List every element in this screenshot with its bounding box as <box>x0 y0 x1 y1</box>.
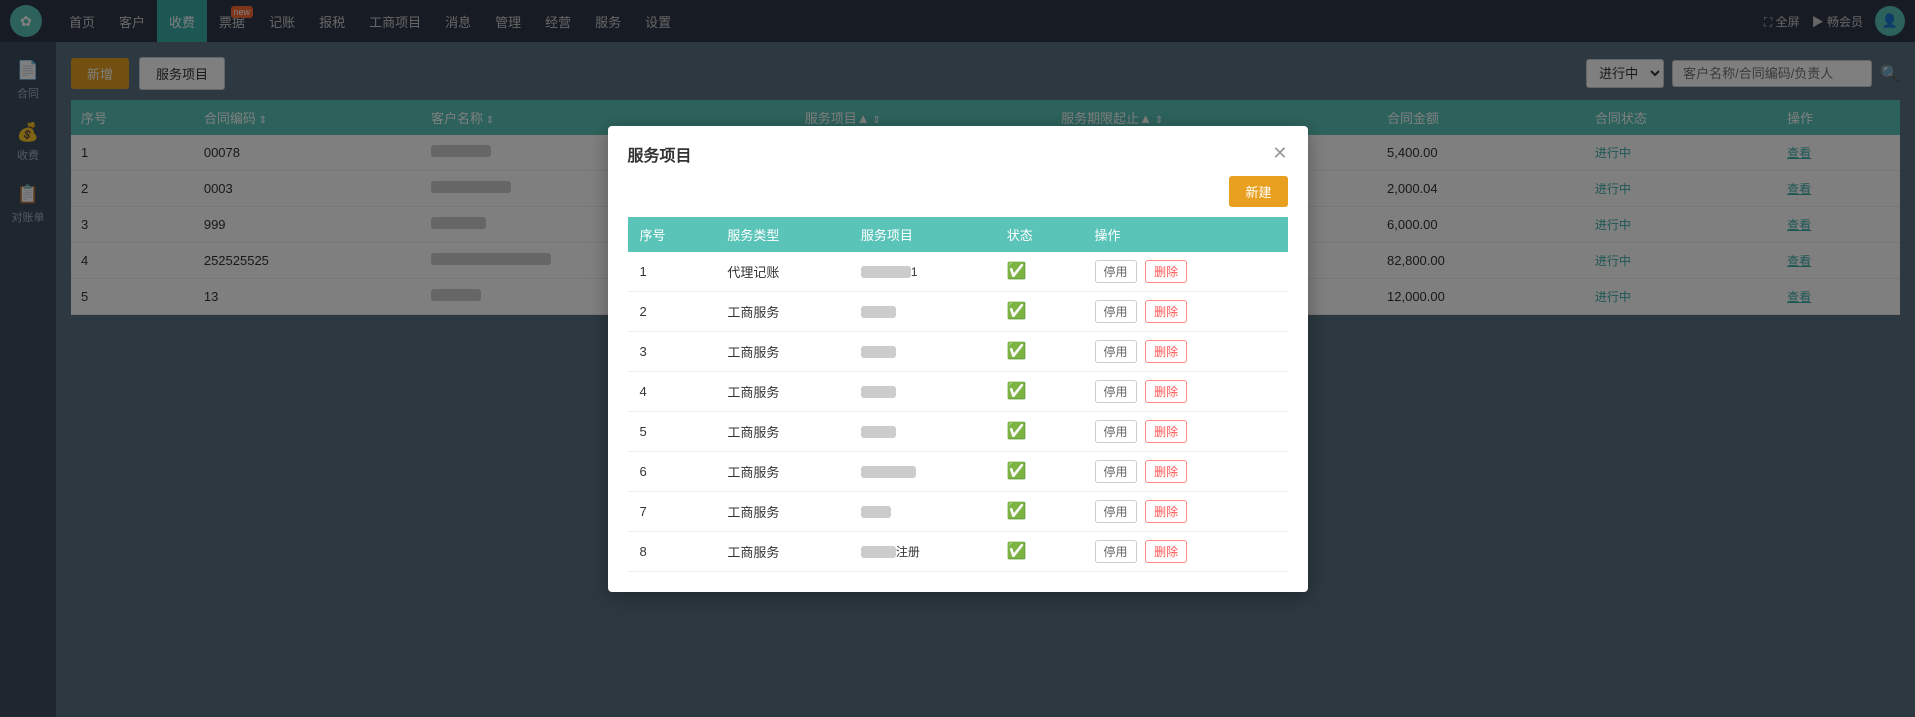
delete-button[interactable]: 删除 <box>1145 380 1187 403</box>
modal-overlay: 服务项目 ✕ 新建 序号 服务类型 服务项目 状态 操作 1 代理记账 <box>0 0 1915 717</box>
disable-button[interactable]: 停用 <box>1095 260 1137 283</box>
modal-cell-item <box>849 291 995 331</box>
modal-cell-type: 工商服务 <box>715 451 849 491</box>
modal-col-type: 服务类型 <box>715 217 849 252</box>
modal-cell-seq: 4 <box>628 371 716 411</box>
modal-cell-seq: 1 <box>628 252 716 292</box>
modal-col-status: 状态 <box>995 217 1083 252</box>
modal-toolbar: 新建 <box>608 176 1308 217</box>
disable-button[interactable]: 停用 <box>1095 540 1137 563</box>
modal-cell-item <box>849 491 995 531</box>
modal-cell-action[interactable]: 停用 删除 <box>1083 331 1288 371</box>
modal-cell-status: ✅ <box>995 291 1083 331</box>
modal-cell-status: ✅ <box>995 371 1083 411</box>
modal-cell-seq: 8 <box>628 531 716 571</box>
list-item: 5 工商服务 ✅ 停用 删除 <box>628 411 1288 451</box>
delete-button[interactable]: 删除 <box>1145 300 1187 323</box>
delete-button[interactable]: 删除 <box>1145 540 1187 563</box>
delete-button[interactable]: 删除 <box>1145 340 1187 363</box>
list-item: 7 工商服务 ✅ 停用 删除 <box>628 491 1288 531</box>
modal-cell-type: 工商服务 <box>715 291 849 331</box>
disable-button[interactable]: 停用 <box>1095 300 1137 323</box>
modal-cell-item <box>849 371 995 411</box>
modal-cell-seq: 7 <box>628 491 716 531</box>
modal-cell-status: ✅ <box>995 491 1083 531</box>
modal-cell-seq: 3 <box>628 331 716 371</box>
modal-title: 服务项目 <box>628 142 692 166</box>
modal-cell-type: 代理记账 <box>715 252 849 292</box>
modal-cell-action[interactable]: 停用 删除 <box>1083 491 1288 531</box>
service-table: 序号 服务类型 服务项目 状态 操作 1 代理记账 1 ✅ 停用 删除 2 工商… <box>628 217 1288 572</box>
modal-cell-item: 1 <box>849 252 995 292</box>
list-item: 6 工商服务 ✅ 停用 删除 <box>628 451 1288 491</box>
list-item: 4 工商服务 ✅ 停用 删除 <box>628 371 1288 411</box>
modal-cell-type: 工商服务 <box>715 531 849 571</box>
service-modal: 服务项目 ✕ 新建 序号 服务类型 服务项目 状态 操作 1 代理记账 <box>608 126 1308 592</box>
delete-button[interactable]: 删除 <box>1145 260 1187 283</box>
modal-cell-status: ✅ <box>995 411 1083 451</box>
modal-cell-type: 工商服务 <box>715 491 849 531</box>
disable-button[interactable]: 停用 <box>1095 460 1137 483</box>
modal-cell-type: 工商服务 <box>715 371 849 411</box>
delete-button[interactable]: 删除 <box>1145 420 1187 443</box>
delete-button[interactable]: 删除 <box>1145 460 1187 483</box>
modal-cell-seq: 2 <box>628 291 716 331</box>
modal-col-item: 服务项目 <box>849 217 995 252</box>
modal-header: 服务项目 ✕ <box>608 126 1308 176</box>
modal-cell-action[interactable]: 停用 删除 <box>1083 252 1288 292</box>
modal-cell-item <box>849 411 995 451</box>
modal-col-seq: 序号 <box>628 217 716 252</box>
modal-cell-item: 注册 <box>849 531 995 571</box>
list-item: 2 工商服务 ✅ 停用 删除 <box>628 291 1288 331</box>
modal-cell-action[interactable]: 停用 删除 <box>1083 531 1288 571</box>
modal-cell-status: ✅ <box>995 531 1083 571</box>
disable-button[interactable]: 停用 <box>1095 420 1137 443</box>
modal-body: 序号 服务类型 服务项目 状态 操作 1 代理记账 1 ✅ 停用 删除 2 工商… <box>608 217 1308 592</box>
list-item: 3 工商服务 ✅ 停用 删除 <box>628 331 1288 371</box>
delete-button[interactable]: 删除 <box>1145 500 1187 523</box>
list-item: 1 代理记账 1 ✅ 停用 删除 <box>628 252 1288 292</box>
modal-cell-item <box>849 331 995 371</box>
modal-close-button[interactable]: ✕ <box>1272 143 1287 164</box>
disable-button[interactable]: 停用 <box>1095 380 1137 403</box>
modal-new-button[interactable]: 新建 <box>1229 176 1287 207</box>
modal-cell-status: ✅ <box>995 331 1083 371</box>
modal-cell-type: 工商服务 <box>715 411 849 451</box>
modal-cell-action[interactable]: 停用 删除 <box>1083 371 1288 411</box>
list-item: 8 工商服务 注册 ✅ 停用 删除 <box>628 531 1288 571</box>
modal-cell-action[interactable]: 停用 删除 <box>1083 451 1288 491</box>
modal-cell-status: ✅ <box>995 451 1083 491</box>
modal-cell-status: ✅ <box>995 252 1083 292</box>
modal-cell-seq: 5 <box>628 411 716 451</box>
disable-button[interactable]: 停用 <box>1095 340 1137 363</box>
modal-cell-action[interactable]: 停用 删除 <box>1083 291 1288 331</box>
modal-col-action: 操作 <box>1083 217 1288 252</box>
modal-cell-item <box>849 451 995 491</box>
modal-cell-action[interactable]: 停用 删除 <box>1083 411 1288 451</box>
modal-cell-type: 工商服务 <box>715 331 849 371</box>
modal-cell-seq: 6 <box>628 451 716 491</box>
disable-button[interactable]: 停用 <box>1095 500 1137 523</box>
